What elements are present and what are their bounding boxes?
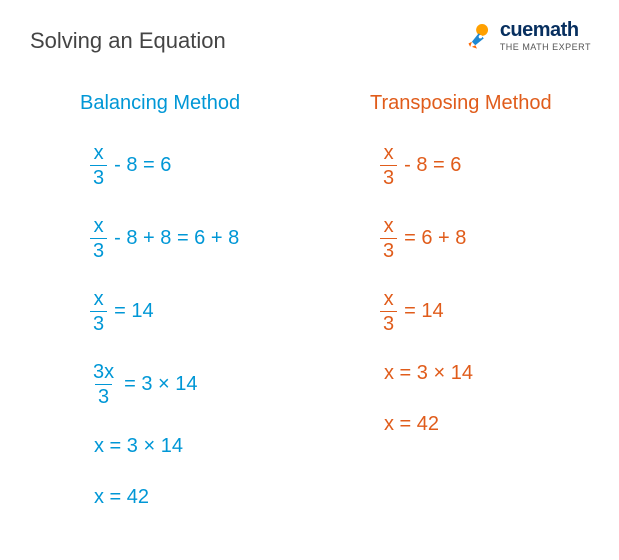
logo-subtitle: THE MATH EXPERT — [500, 42, 591, 52]
transposing-step-1: x 3 - 8 = 6 — [370, 143, 552, 188]
balancing-header: Balancing Method — [80, 92, 330, 115]
fraction: x 3 — [90, 143, 107, 188]
transposing-header: Transposing Method — [370, 92, 552, 115]
fraction: x 3 — [90, 216, 107, 261]
balancing-step-4: 3x 3 = 3 × 14 — [80, 362, 330, 407]
transposing-step-4: x = 3 × 14 — [370, 362, 552, 385]
fraction: 3x 3 — [90, 362, 117, 407]
transposing-step-5: x = 42 — [370, 413, 552, 436]
balancing-step-6: x = 42 — [80, 486, 330, 509]
transposing-step-2: x 3 = 6 + 8 — [370, 216, 552, 261]
balancing-step-1: x 3 - 8 = 6 — [80, 143, 330, 188]
content-columns: Balancing Method x 3 - 8 = 6 x 3 - 8 + 8… — [30, 92, 589, 537]
fraction: x 3 — [380, 216, 397, 261]
rocket-icon — [460, 18, 494, 52]
fraction: x 3 — [380, 289, 397, 334]
logo-brand: cuemath — [500, 19, 591, 42]
balancing-step-2: x 3 - 8 + 8 = 6 + 8 — [80, 216, 330, 261]
balancing-step-5: x = 3 × 14 — [80, 435, 330, 458]
logo: cuemath THE MATH EXPERT — [460, 18, 591, 52]
transposing-step-3: x 3 = 14 — [370, 289, 552, 334]
balancing-step-3: x 3 = 14 — [80, 289, 330, 334]
fraction: x 3 — [380, 143, 397, 188]
fraction: x 3 — [90, 289, 107, 334]
balancing-column: Balancing Method x 3 - 8 = 6 x 3 - 8 + 8… — [80, 92, 330, 537]
transposing-column: Transposing Method x 3 - 8 = 6 x 3 = 6 +… — [370, 92, 552, 537]
